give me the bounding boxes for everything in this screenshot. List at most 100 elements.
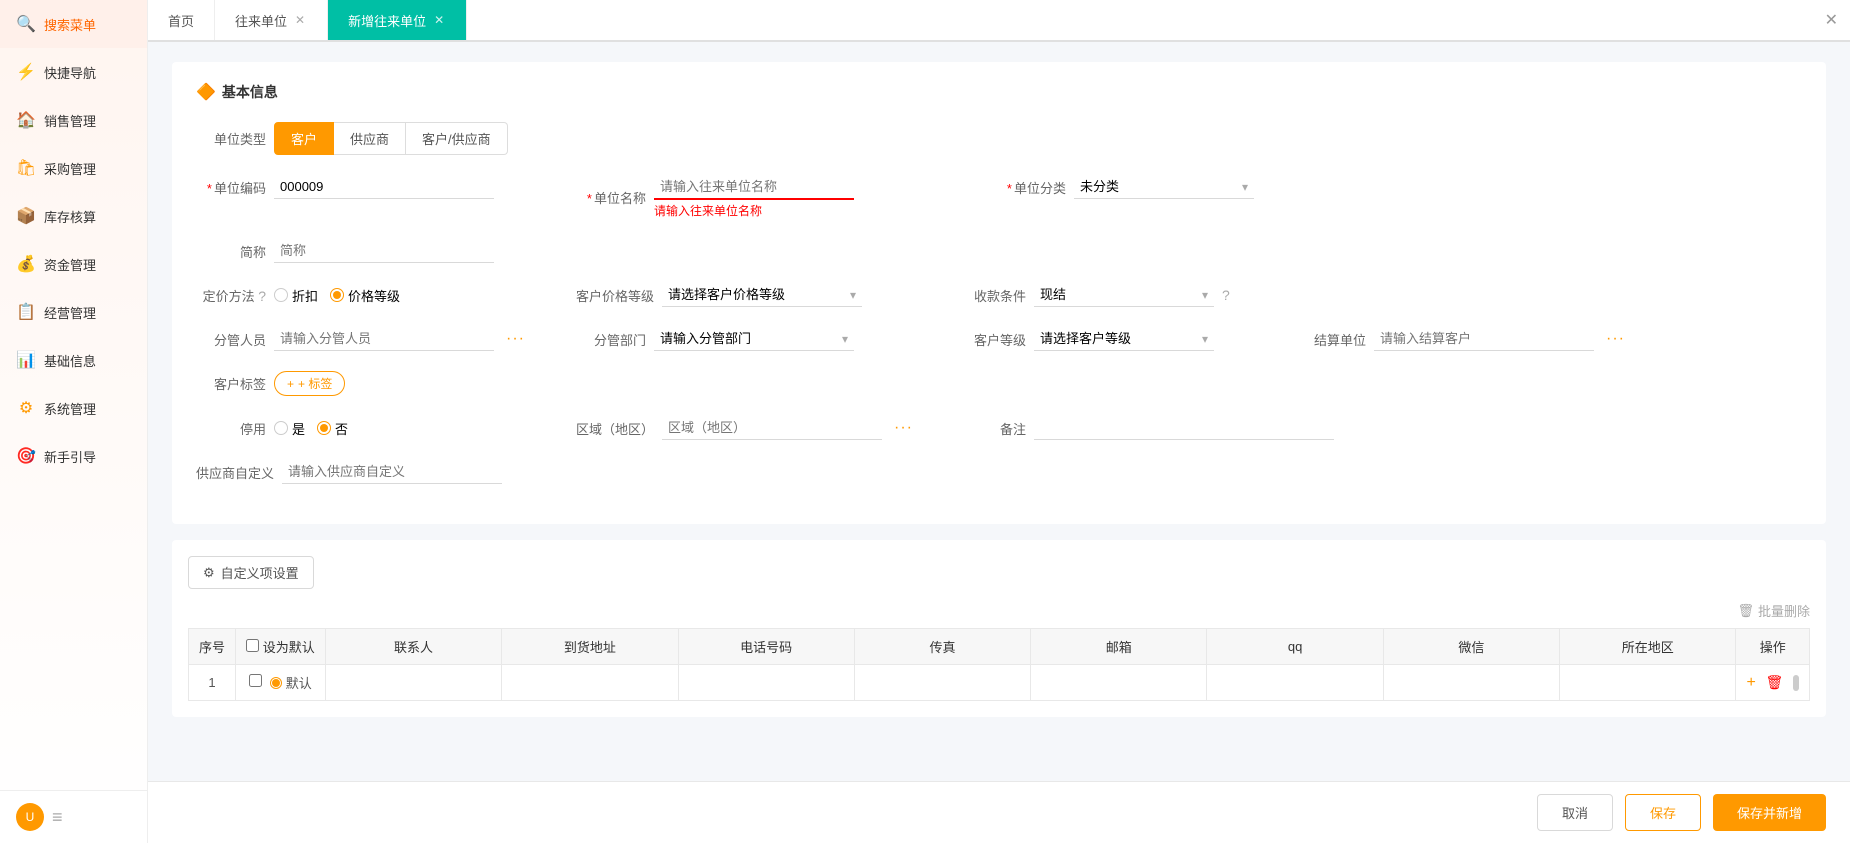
custom-settings-button[interactable]: ⚙ 自定义项设置	[188, 556, 314, 589]
remark-label: 备注	[956, 419, 1026, 438]
drag-handle[interactable]	[1793, 675, 1799, 691]
short-name-label: 简称	[196, 242, 266, 261]
region-more-btn[interactable]: ···	[890, 419, 917, 437]
settlement-field: 结算单位 ···	[1296, 327, 1802, 351]
plus-icon: +	[287, 377, 294, 391]
disabled-row: 停用 是 否 区域（地区） ···	[196, 416, 1802, 440]
sidebar-item-system[interactable]: ⚙ 系统管理	[0, 384, 147, 432]
cell-phone	[678, 665, 854, 701]
select-all-checkbox[interactable]	[246, 639, 259, 652]
btn-supplier[interactable]: 供应商	[334, 122, 406, 155]
unit-type-row: 单位类型 客户 供应商 客户/供应商	[196, 122, 1802, 155]
col-action: 操作	[1736, 629, 1810, 665]
row-checkbox[interactable]	[249, 674, 262, 687]
email-input[interactable]	[1041, 676, 1196, 690]
btn-customer[interactable]: 客户	[274, 122, 334, 155]
wechat-input[interactable]	[1394, 676, 1549, 690]
customer-level-select[interactable]: 请选择客户等级	[1034, 327, 1214, 351]
section-icon: 🔶	[196, 82, 216, 102]
col-default: 设为默认	[236, 629, 326, 665]
unit-type-label: 单位类型	[196, 129, 266, 148]
sidebar-item-quick-nav[interactable]: ⚡ 快捷导航	[0, 48, 147, 96]
save-add-button[interactable]: 保存并新增	[1713, 794, 1826, 831]
cancel-button[interactable]: 取消	[1537, 794, 1613, 831]
sidebar-item-search[interactable]: 🔍 搜索菜单	[0, 0, 147, 48]
settlement-input[interactable]	[1374, 327, 1594, 351]
pricing-level[interactable]: 价格等级	[330, 286, 400, 305]
pricing-discount[interactable]: 折扣	[274, 286, 318, 305]
tab-unit-new-close[interactable]: ✕	[432, 13, 446, 27]
disabled-no[interactable]: 否	[317, 419, 348, 438]
sidebar-item-finance[interactable]: 💰 资金管理	[0, 240, 147, 288]
disabled-label: 停用	[196, 419, 266, 438]
level-radio[interactable]	[330, 288, 344, 302]
category-select[interactable]: 未分类	[1074, 175, 1254, 199]
discount-radio[interactable]	[274, 288, 288, 302]
tab-close-all[interactable]: ✕	[1813, 0, 1850, 40]
pricing-label: 定价方法 ?	[196, 286, 266, 305]
supplier-custom-label: 供应商自定义	[196, 463, 274, 482]
region-input[interactable]	[662, 416, 882, 440]
tab-unit-new[interactable]: 新增往来单位 ✕	[328, 0, 467, 40]
sidebar-item-purchase[interactable]: 🛍 采购管理	[0, 144, 147, 192]
code-input[interactable]	[274, 175, 494, 199]
fax-input[interactable]	[865, 676, 1020, 690]
contacts-table-section: ⚙ 自定义项设置 🗑 批量删除 序号 设为默认 联系人 到货地址 电话号码	[172, 540, 1826, 717]
default-radio[interactable]	[270, 677, 282, 689]
name-error: 请输入往来单位名称	[654, 202, 854, 219]
payment-select[interactable]: 现结	[1034, 283, 1214, 307]
pricing-row: 定价方法 ? 折扣 价格等级 客户	[196, 283, 1802, 307]
name-input[interactable]	[654, 175, 854, 200]
default-radio-label[interactable]: 默认	[270, 673, 312, 692]
pricing-help-icon[interactable]: ?	[258, 288, 266, 304]
payment-help-icon[interactable]: ?	[1222, 287, 1230, 303]
manager-more-btn[interactable]: ···	[502, 330, 529, 348]
short-name-input[interactable]	[274, 239, 494, 263]
row-add-button[interactable]: +	[1747, 674, 1756, 691]
sidebar-item-newbie[interactable]: 🎯 新手引导	[0, 432, 147, 480]
save-button[interactable]: 保存	[1625, 794, 1701, 831]
sidebar-item-sales[interactable]: 🏠 销售管理	[0, 96, 147, 144]
dept-select[interactable]: 请输入分管部门	[654, 327, 854, 351]
sidebar-extra-icon: ≡	[52, 807, 63, 828]
sidebar-item-inventory[interactable]: 📦 库存核算	[0, 192, 147, 240]
region-label: 区域（地区）	[576, 419, 654, 438]
cell-email	[1031, 665, 1207, 701]
customer-price-select[interactable]: 请选择客户价格等级	[662, 283, 862, 307]
contact-input[interactable]	[336, 676, 491, 690]
qq-input[interactable]	[1217, 676, 1372, 690]
newbie-icon: 🎯	[16, 446, 36, 466]
section-title: 🔶 基本信息	[196, 82, 1802, 102]
short-name-field: 简称	[196, 239, 576, 263]
row-delete-button[interactable]: 🗑	[1765, 674, 1783, 690]
btn-both[interactable]: 客户/供应商	[406, 122, 508, 155]
delete-icon: 🗑	[1737, 603, 1754, 619]
search-icon: 🔍	[16, 14, 36, 34]
disabled-radio-group: 是 否	[274, 419, 348, 438]
disabled-no-radio[interactable]	[317, 421, 331, 435]
remark-input[interactable]	[1034, 416, 1334, 440]
tab-home[interactable]: 首页	[148, 0, 215, 40]
main-area: 首页 往来单位 ✕ 新增往来单位 ✕ ✕ 🔶 基本信息 单位类型 客户	[148, 0, 1850, 843]
phone-input[interactable]	[689, 676, 844, 690]
supplier-custom-field: 供应商自定义	[196, 460, 576, 484]
settlement-more-btn[interactable]: ···	[1602, 330, 1629, 348]
add-tag-button[interactable]: + + 标签	[274, 371, 345, 396]
address-input[interactable]	[512, 676, 667, 690]
sidebar-item-basic[interactable]: 📊 基础信息	[0, 336, 147, 384]
tags-field: 客户标签 + + 标签	[196, 371, 1802, 396]
tab-unit-list-close[interactable]: ✕	[293, 13, 307, 27]
disabled-yes[interactable]: 是	[274, 419, 305, 438]
manager-input[interactable]	[274, 327, 494, 351]
tab-unit-list[interactable]: 往来单位 ✕	[215, 0, 328, 40]
sidebar-item-operations[interactable]: 📋 经营管理	[0, 288, 147, 336]
payment-label: 收款条件	[956, 286, 1026, 305]
region-field: 区域（地区） ···	[576, 416, 956, 440]
table-region-input[interactable]	[1570, 676, 1725, 690]
supplier-custom-input[interactable]	[282, 460, 502, 484]
contacts-table: 序号 设为默认 联系人 到货地址 电话号码 传真 邮箱 qq 微信 所在地区 操…	[188, 628, 1810, 701]
batch-delete-button[interactable]: 🗑 批量删除	[1737, 601, 1810, 620]
disabled-yes-radio[interactable]	[274, 421, 288, 435]
cell-contact	[325, 665, 501, 701]
pricing-field: 定价方法 ? 折扣 价格等级	[196, 286, 576, 305]
